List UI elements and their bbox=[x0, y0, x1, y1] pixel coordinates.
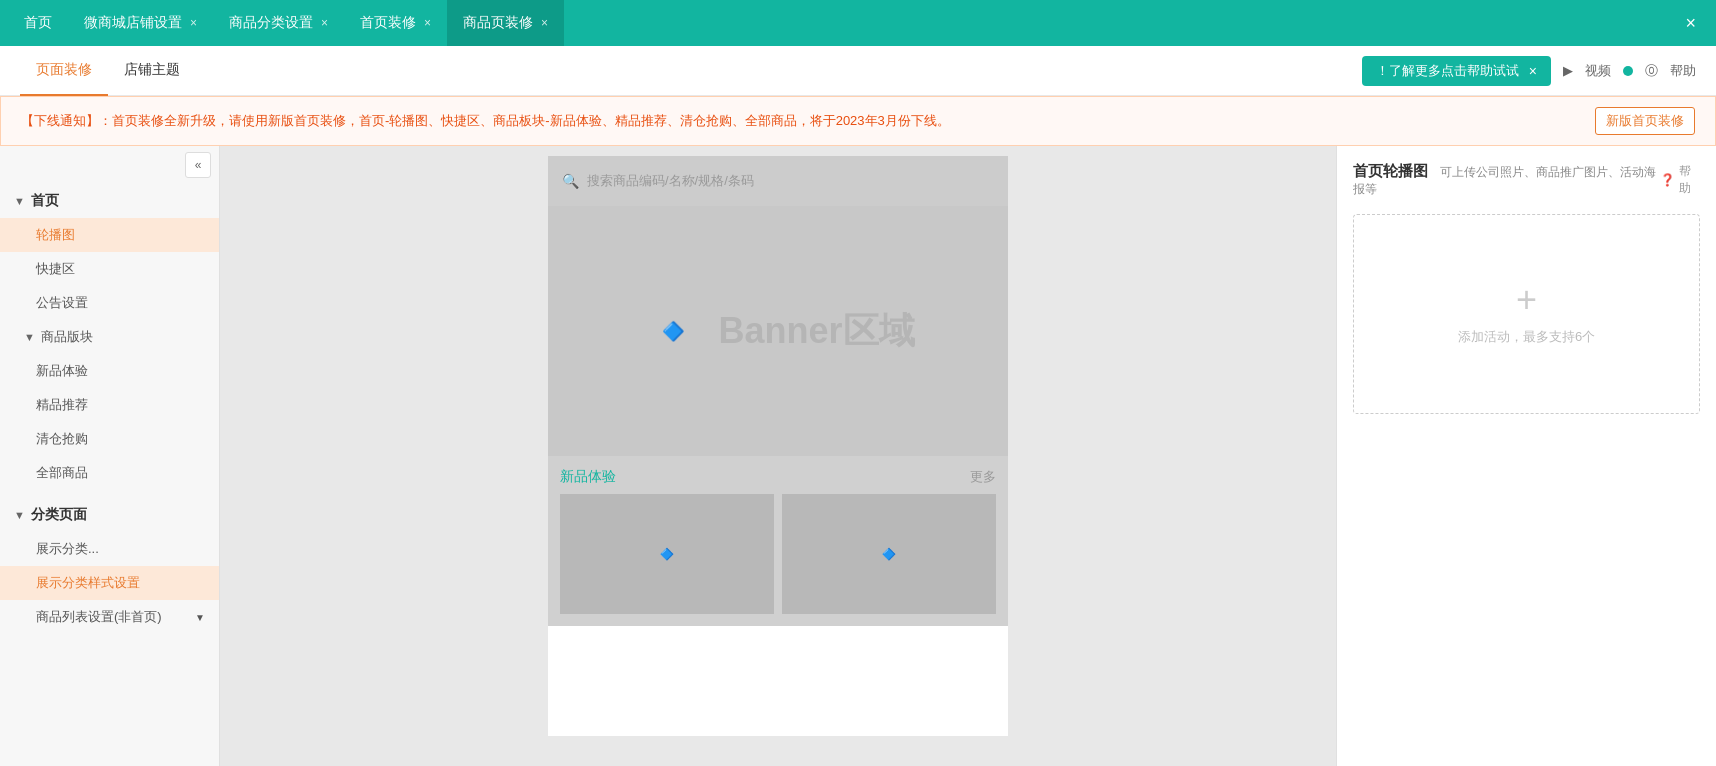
nav-tab-category-label: 商品分类设置 bbox=[229, 14, 313, 32]
left-sidebar: « ▼ 首页 轮播图 快捷区 公告设置 ▼ 商品版块 新品体验 精品推荐 清仓抢… bbox=[0, 146, 220, 766]
sidebar-item-show-category[interactable]: 展示分类... bbox=[0, 532, 219, 566]
sidebar-item-all-products[interactable]: 全部商品 bbox=[0, 456, 219, 490]
section-header: 新品体验 更多 bbox=[560, 468, 996, 486]
section-title: 新品体验 bbox=[560, 468, 616, 486]
nav-tab-store-settings[interactable]: 微商城店铺设置 × bbox=[68, 0, 213, 46]
sidebar-item-product-list[interactable]: 商品列表设置(非首页) ▼ bbox=[0, 600, 219, 634]
add-activity-area[interactable]: + 添加活动，最多支持6个 bbox=[1353, 214, 1700, 414]
banner-content: 🔹 Banner区域 bbox=[641, 301, 914, 362]
tab-page-decor[interactable]: 页面装修 bbox=[20, 46, 108, 96]
video-label[interactable]: 视频 bbox=[1585, 62, 1611, 80]
sidebar-item-announcement-label: 公告设置 bbox=[36, 295, 88, 310]
sidebar-group-category[interactable]: ▼ 分类页面 bbox=[0, 498, 219, 532]
help-banner[interactable]: ！了解更多点击帮助试试 × bbox=[1362, 56, 1551, 86]
sidebar-group-home-label: 首页 bbox=[31, 192, 59, 210]
preview-banner: 🔹 Banner区域 bbox=[548, 206, 1008, 456]
notice-bar: 【下线通知】：首页装修全新升级，请使用新版首页装修，首页-轮播图、快捷区、商品板… bbox=[0, 96, 1716, 146]
arrow-down-icon: ▼ bbox=[24, 331, 35, 343]
banner-text-label: Banner区域 bbox=[718, 307, 914, 356]
sub-nav: 页面装修 店铺主题 ！了解更多点击帮助试试 × ▶ 视频 ⓪ 帮助 bbox=[0, 46, 1716, 96]
top-nav: 首页 微商城店铺设置 × 商品分类设置 × 首页装修 × 商品页装修 × × bbox=[0, 0, 1716, 46]
collapse-icon: « bbox=[195, 158, 202, 172]
preview-search-bar: 🔍 搜索商品编码/名称/规格/条码 bbox=[548, 156, 1008, 206]
section-more-link[interactable]: 更多 bbox=[970, 468, 996, 486]
window-close-button[interactable]: × bbox=[1673, 13, 1708, 34]
search-placeholder: 搜索商品编码/名称/规格/条码 bbox=[587, 172, 754, 190]
sidebar-group-category-label: 分类页面 bbox=[31, 506, 87, 524]
nav-tab-home-decor[interactable]: 首页装修 × bbox=[344, 0, 447, 46]
sidebar-item-carousel[interactable]: 轮播图 bbox=[0, 218, 219, 252]
nav-tab-category-settings[interactable]: 商品分类设置 × bbox=[213, 0, 344, 46]
help-banner-text: ！了解更多点击帮助试试 bbox=[1376, 62, 1519, 80]
chevron-down-icon: ▼ bbox=[195, 612, 205, 623]
status-dot bbox=[1623, 66, 1633, 76]
help-banner-close[interactable]: × bbox=[1529, 63, 1537, 79]
notice-text: 【下线通知】：首页装修全新升级，请使用新版首页装修，首页-轮播图、快捷区、商品板… bbox=[21, 112, 950, 130]
center-preview: 🔍 搜索商品编码/名称/规格/条码 🔹 Banner区域 新品体验 更多 🔹 bbox=[220, 146, 1336, 766]
sidebar-item-carousel-label: 轮播图 bbox=[36, 227, 75, 242]
help-label[interactable]: 帮助 bbox=[1670, 62, 1696, 80]
arrow-down-icon: ▼ bbox=[14, 195, 25, 207]
right-panel: 首页轮播图 可上传公司照片、商品推广图片、活动海报等 ❓ 帮助 + 添加活动，最… bbox=[1336, 146, 1716, 766]
right-panel-title: 首页轮播图 bbox=[1353, 162, 1428, 179]
new-version-button[interactable]: 新版首页装修 bbox=[1595, 107, 1695, 135]
product-placeholder-2: 🔹 bbox=[782, 494, 996, 614]
video-icon: ▶ bbox=[1563, 63, 1573, 78]
nav-tab-product-decor-label: 商品页装修 bbox=[463, 14, 533, 32]
nav-tab-home[interactable]: 首页 bbox=[8, 0, 68, 46]
product-icon-1: 🔹 bbox=[647, 535, 687, 573]
sidebar-item-shortcut-label: 快捷区 bbox=[36, 261, 75, 276]
nav-tab-category-close[interactable]: × bbox=[321, 16, 328, 30]
product-placeholder-1: 🔹 bbox=[560, 494, 774, 614]
nav-tab-product-decor-close[interactable]: × bbox=[541, 16, 548, 30]
preview-phone: 🔍 搜索商品编码/名称/规格/条码 🔹 Banner区域 新品体验 更多 🔹 bbox=[548, 156, 1008, 736]
preview-products-section: 新品体验 更多 🔹 🔹 bbox=[548, 456, 1008, 626]
nav-tab-home-decor-close[interactable]: × bbox=[424, 16, 431, 30]
sidebar-group-home[interactable]: ▼ 首页 bbox=[0, 184, 219, 218]
add-activity-label: 添加活动，最多支持6个 bbox=[1458, 328, 1595, 346]
nav-tab-home-decor-label: 首页装修 bbox=[360, 14, 416, 32]
plus-icon: + bbox=[1516, 282, 1537, 318]
sidebar-subgroup-products[interactable]: ▼ 商品版块 bbox=[0, 320, 219, 354]
nav-tab-store-settings-close[interactable]: × bbox=[190, 16, 197, 30]
sidebar-item-shortcut[interactable]: 快捷区 bbox=[0, 252, 219, 286]
product-icon-2: 🔹 bbox=[869, 535, 909, 573]
nav-tab-store-settings-label: 微商城店铺设置 bbox=[84, 14, 182, 32]
right-panel-title-area: 首页轮播图 可上传公司照片、商品推广图片、活动海报等 bbox=[1353, 162, 1660, 198]
sidebar-item-category-style[interactable]: 展示分类样式设置 bbox=[0, 566, 219, 600]
tab-page-decor-label: 页面装修 bbox=[36, 61, 92, 79]
collapse-button-area: « bbox=[0, 146, 219, 184]
sidebar-subgroup-products-label: 商品版块 bbox=[41, 328, 93, 346]
tab-store-theme-label: 店铺主题 bbox=[124, 61, 180, 79]
sidebar-item-clearance[interactable]: 清仓抢购 bbox=[0, 422, 219, 456]
right-panel-header: 首页轮播图 可上传公司照片、商品推广图片、活动海报等 ❓ 帮助 bbox=[1353, 162, 1700, 198]
collapse-button[interactable]: « bbox=[185, 152, 211, 178]
help-icon: ⓪ bbox=[1645, 62, 1658, 80]
question-icon: ❓ bbox=[1660, 173, 1675, 187]
nav-tab-home-label: 首页 bbox=[24, 14, 52, 32]
tab-store-theme[interactable]: 店铺主题 bbox=[108, 46, 196, 96]
sidebar-item-new-experience[interactable]: 新品体验 bbox=[0, 354, 219, 388]
sidebar-item-announcement[interactable]: 公告设置 bbox=[0, 286, 219, 320]
search-icon: 🔍 bbox=[562, 173, 579, 189]
section-products-grid: 🔹 🔹 bbox=[560, 494, 996, 614]
banner-logo-icon: 🔹 bbox=[641, 301, 706, 362]
main-layout: « ▼ 首页 轮播图 快捷区 公告设置 ▼ 商品版块 新品体验 精品推荐 清仓抢… bbox=[0, 146, 1716, 766]
nav-tab-product-decor[interactable]: 商品页装修 × bbox=[447, 0, 564, 46]
help-right-area: ▶ 视频 ⓪ 帮助 bbox=[1563, 62, 1696, 80]
right-panel-help-label: 帮助 bbox=[1679, 163, 1700, 197]
sidebar-item-featured[interactable]: 精品推荐 bbox=[0, 388, 219, 422]
right-panel-help-button[interactable]: ❓ 帮助 bbox=[1660, 163, 1700, 197]
arrow-down-icon-2: ▼ bbox=[14, 509, 25, 521]
